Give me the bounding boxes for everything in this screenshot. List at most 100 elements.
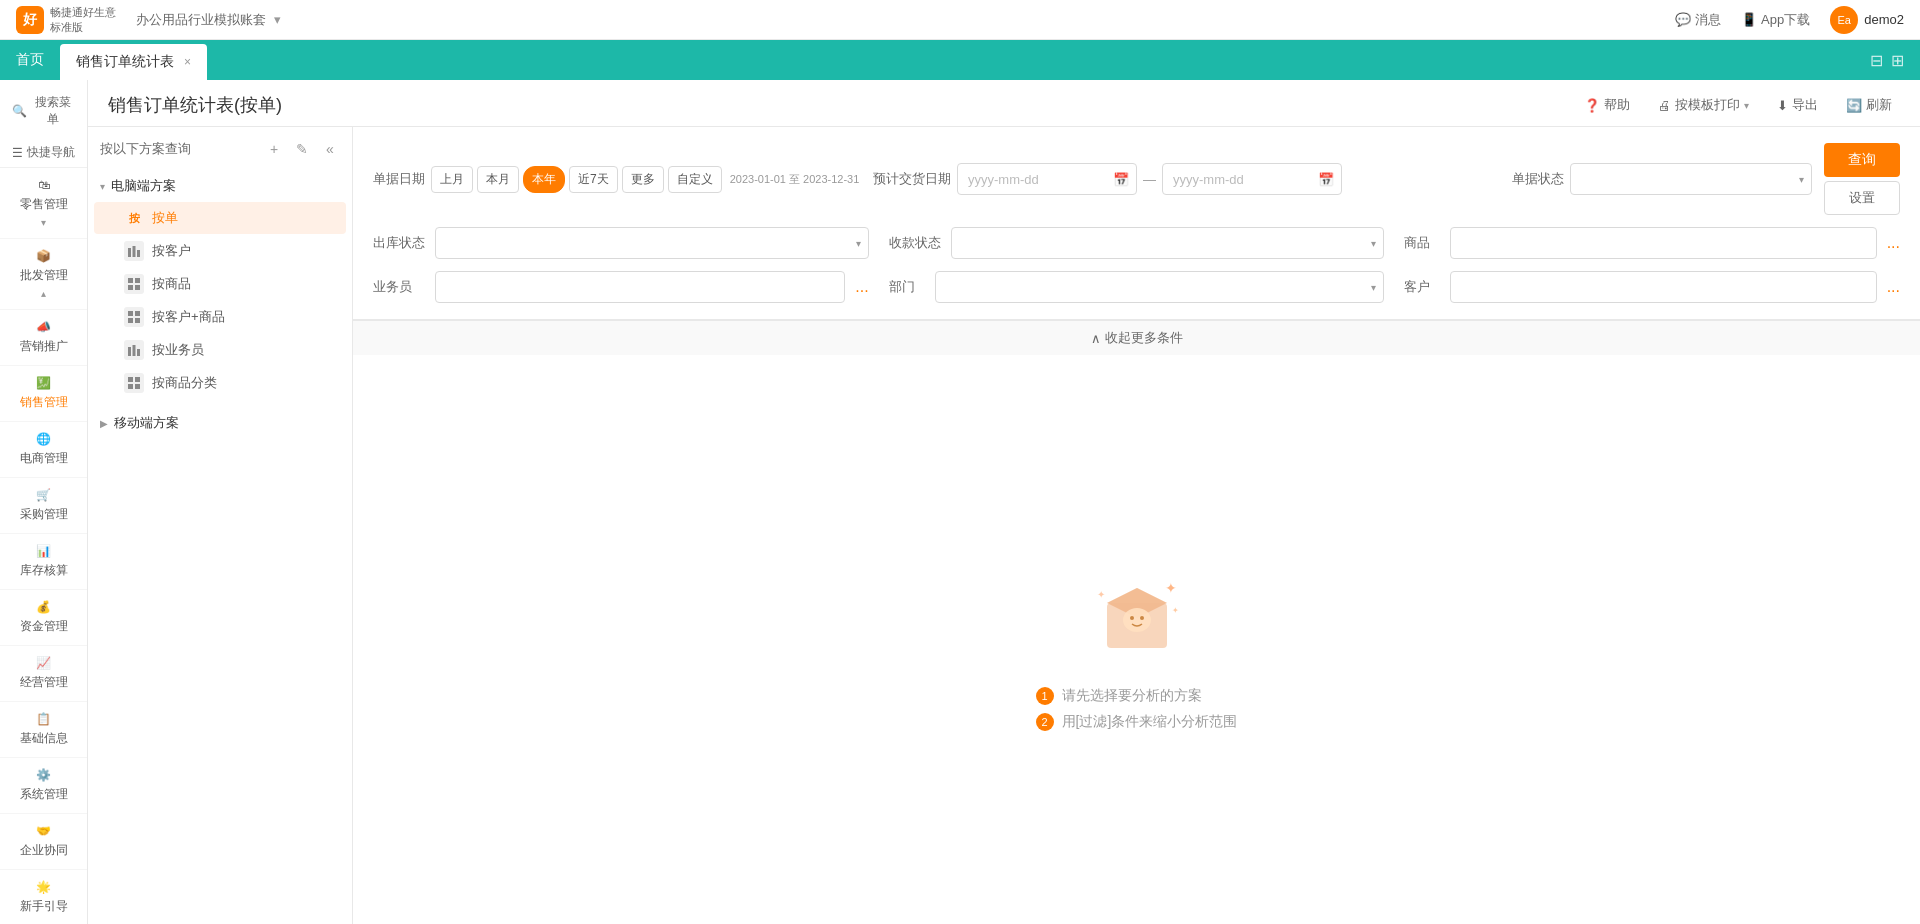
- dept-select[interactable]: [935, 271, 1385, 303]
- dept-select-wrap: ▾: [935, 271, 1385, 303]
- left-panel-title: 按以下方案查询: [100, 140, 191, 158]
- left-panel: 按以下方案查询 + ✎ « ▾ 电脑端方案 按: [88, 127, 353, 924]
- add-scheme-button[interactable]: +: [264, 139, 284, 159]
- product-ellipsis-button[interactable]: ...: [1887, 234, 1900, 252]
- right-content: 单据日期 上月 本月 本年 近7天 更多 自定义 2023-01-01 至 20…: [353, 127, 1920, 924]
- refresh-button[interactable]: 🔄 刷新: [1838, 92, 1900, 118]
- sidebar-item-inventory[interactable]: 📊 库存核算: [0, 534, 87, 590]
- salesman-input[interactable]: [435, 271, 845, 303]
- edit-scheme-button[interactable]: ✎: [292, 139, 312, 159]
- status-select[interactable]: [1570, 163, 1812, 195]
- last-month-button[interactable]: 上月: [431, 166, 473, 193]
- tab-sales-order-summary[interactable]: 销售订单统计表 ×: [60, 44, 207, 80]
- sidebar-item-purchase[interactable]: 🛒 采购管理: [0, 478, 87, 534]
- svg-rect-15: [135, 377, 140, 382]
- export-button[interactable]: ⬇ 导出: [1769, 92, 1826, 118]
- top-bar-left: 好 畅捷通好生意 标准版 办公用品行业模拟账套 ▾: [16, 5, 281, 34]
- svg-rect-5: [128, 285, 133, 290]
- left-panel-icons: + ✎ «: [264, 139, 340, 159]
- mobile-scheme-group: ▶ 移动端方案: [88, 404, 352, 442]
- message-button[interactable]: 💬 消息: [1675, 11, 1721, 29]
- salesman-ellipsis-button[interactable]: ...: [855, 278, 868, 296]
- download-icon: 📱: [1741, 12, 1757, 27]
- scheme-item-by-cust-prod[interactable]: 按客户+商品: [94, 301, 346, 333]
- newbie-icon: 🌟: [36, 880, 51, 894]
- filter-row-2: 出库状态 ▾ 收款状态 ▾: [373, 227, 1900, 259]
- scheme-item-by-customer[interactable]: 按客户: [94, 235, 346, 267]
- inventory-icon: 📊: [36, 544, 51, 558]
- scheme-item-by-category[interactable]: 按商品分类: [94, 367, 346, 399]
- sidebar-item-finance[interactable]: 💰 资金管理: [0, 590, 87, 646]
- svg-rect-10: [135, 318, 140, 323]
- sidebar-item-retail[interactable]: 🛍 零售管理 ▾: [0, 168, 87, 239]
- sidebar-item-sales[interactable]: 💹 销售管理: [0, 366, 87, 422]
- sidebar-item-newbie[interactable]: 🌟 新手引导: [0, 870, 87, 924]
- purchase-icon: 🛒: [36, 488, 51, 502]
- empty-tips: 1 请先选择要分析的方案 2 用[过滤]条件来缩小分析范围: [1036, 687, 1238, 731]
- quick-nav-button[interactable]: ☰ 快捷导航: [0, 138, 87, 168]
- custom-button[interactable]: 自定义: [668, 166, 722, 193]
- sidebar-item-ecommerce[interactable]: 🌐 电商管理: [0, 422, 87, 478]
- payment-select[interactable]: [951, 227, 1385, 259]
- filter-payment-section: 收款状态 ▾: [889, 227, 1385, 259]
- mobile-scheme-group-header[interactable]: ▶ 移动端方案: [88, 408, 352, 438]
- more-button[interactable]: 更多: [622, 166, 664, 193]
- svg-rect-2: [137, 250, 140, 257]
- app-download-button[interactable]: 📱 App下载: [1741, 11, 1810, 29]
- collapse-panel-button[interactable]: «: [320, 139, 340, 159]
- filter-status-section: 单据状态 ▾: [1512, 163, 1812, 195]
- expand-icon[interactable]: ⊞: [1891, 51, 1904, 70]
- filter-area: 单据日期 上月 本月 本年 近7天 更多 自定义 2023-01-01 至 20…: [353, 127, 1920, 320]
- marketing-icon: 📣: [36, 320, 51, 334]
- filter-row-3: 业务员 ... 部门 ▾ 客户: [373, 271, 1900, 303]
- minimize-icon[interactable]: ⊟: [1870, 51, 1883, 70]
- user-menu[interactable]: Ea demo2: [1830, 6, 1904, 34]
- template-print-button[interactable]: 🖨 按模板打印 ▾: [1650, 92, 1757, 118]
- filter-row-1: 单据日期 上月 本月 本年 近7天 更多 自定义 2023-01-01 至 20…: [373, 143, 1900, 215]
- filter-dept-section: 部门 ▾: [889, 271, 1385, 303]
- svg-rect-4: [135, 278, 140, 283]
- sidebar-item-marketing[interactable]: 📣 营销推广: [0, 310, 87, 366]
- svg-point-23: [1140, 616, 1144, 620]
- customer-input[interactable]: [1450, 271, 1876, 303]
- sidebar-item-cooperation[interactable]: 🤝 企业协同: [0, 814, 87, 870]
- query-button[interactable]: 查询: [1824, 143, 1900, 177]
- filter-date-section: 单据日期 上月 本月 本年 近7天 更多 自定义 2023-01-01 至 20…: [373, 166, 873, 193]
- settings-button[interactable]: 设置: [1824, 181, 1900, 215]
- scheme-item-by-salesman[interactable]: 按业务员: [94, 334, 346, 366]
- sidebar-item-operation[interactable]: 📈 经营管理: [0, 646, 87, 702]
- mobile-group-arrow-icon: ▶: [100, 418, 108, 429]
- svg-text:✦: ✦: [1097, 589, 1105, 600]
- tab-home[interactable]: 首页: [0, 40, 60, 80]
- pc-scheme-group-header[interactable]: ▾ 电脑端方案: [88, 171, 352, 201]
- expected-date-label: 预计交货日期: [873, 170, 951, 188]
- 7days-button[interactable]: 近7天: [569, 166, 618, 193]
- scheme-item-by-order[interactable]: 按 按单: [94, 202, 346, 234]
- svg-rect-7: [128, 311, 133, 316]
- sales-icon: 💹: [36, 376, 51, 390]
- sidebar-item-system[interactable]: ⚙️ 系统管理: [0, 758, 87, 814]
- delivery-select[interactable]: [435, 227, 869, 259]
- dept-label: 部门: [889, 278, 929, 296]
- search-icon: 🔍: [12, 104, 27, 118]
- logo-icon: 好: [16, 6, 44, 34]
- export-icon: ⬇: [1777, 98, 1788, 113]
- sidebar-item-wholesale[interactable]: 📦 批发管理 ▴: [0, 239, 87, 310]
- this-year-button[interactable]: 本年: [523, 166, 565, 193]
- svg-rect-9: [128, 318, 133, 323]
- quick-date-buttons: 上月 本月 本年 近7天 更多 自定义: [431, 166, 722, 193]
- scheme-item-by-product[interactable]: 按商品: [94, 268, 346, 300]
- tab-bar: 首页 销售订单统计表 × ⊟ ⊞: [0, 40, 1920, 80]
- date-start-input[interactable]: [957, 163, 1137, 195]
- svg-point-22: [1130, 616, 1134, 620]
- this-month-button[interactable]: 本月: [477, 166, 519, 193]
- help-button[interactable]: ❓ 帮助: [1576, 92, 1638, 118]
- tab-close-icon[interactable]: ×: [184, 55, 191, 69]
- search-menu-button[interactable]: 🔍 搜索菜单: [8, 90, 79, 132]
- customer-ellipsis-button[interactable]: ...: [1887, 278, 1900, 296]
- sidebar-item-basic[interactable]: 📋 基础信息: [0, 702, 87, 758]
- collapse-row[interactable]: ∧ 收起更多条件: [353, 320, 1920, 355]
- date-end-input[interactable]: [1162, 163, 1342, 195]
- query-action-buttons: 查询 设置: [1824, 143, 1900, 215]
- product-input[interactable]: [1450, 227, 1876, 259]
